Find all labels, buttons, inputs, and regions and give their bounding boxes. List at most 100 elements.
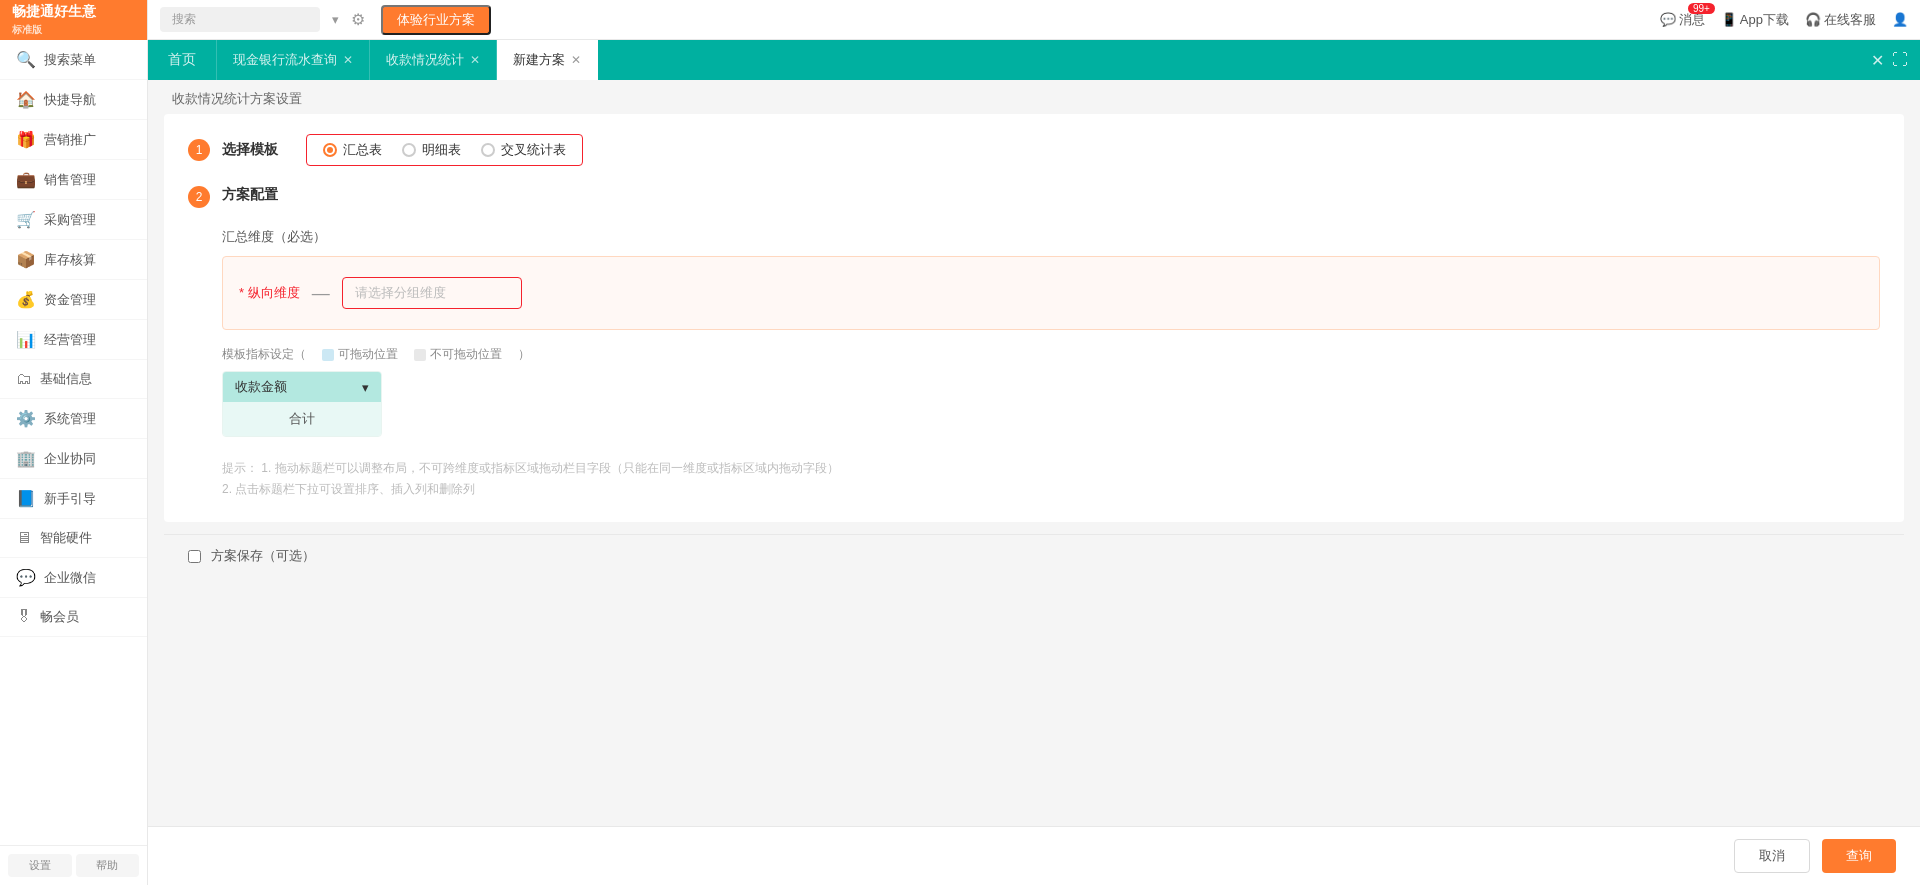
tab-home-label: 首页 — [168, 51, 196, 69]
sidebar-item-purchase[interactable]: 🛒 采购管理 — [0, 200, 147, 240]
step1-badge: 1 — [188, 139, 210, 161]
online-service-button[interactable]: 🎧 在线客服 — [1805, 11, 1876, 29]
dropdown-arrow-icon[interactable]: ▾ — [332, 12, 339, 27]
sidebar-item-base[interactable]: 🗂 基础信息 — [0, 360, 147, 399]
legend-fixed-label: 不可拖动位置 — [430, 346, 502, 363]
tab-cashflow-label: 现金银行流水查询 — [233, 51, 337, 69]
sidebar-help-btn[interactable]: 帮助 — [76, 854, 140, 877]
settings-icon[interactable]: ⚙ — [351, 10, 365, 29]
sidebar-item-label: 智能硬件 — [40, 529, 92, 547]
vertical-dim-label: * 纵向维度 — [239, 284, 300, 302]
dim-select-dropdown[interactable]: 请选择分组维度 — [342, 277, 522, 309]
tab-cashflow-close-icon[interactable]: ✕ — [343, 53, 353, 67]
indicator-section-label: 模板指标设定（ — [222, 346, 306, 363]
trial-button[interactable]: 体验行业方案 — [381, 5, 491, 35]
step2-row: 2 方案配置 — [188, 186, 1880, 208]
sidebar-item-search[interactable]: 🔍 搜索菜单 — [0, 40, 147, 80]
search-placeholder: 搜索 — [172, 12, 196, 26]
cancel-button[interactable]: 取消 — [1734, 839, 1810, 873]
radio-cross[interactable]: 交叉统计表 — [481, 141, 566, 159]
dim-placeholder: 请选择分组维度 — [355, 285, 446, 300]
online-service-label: 在线客服 — [1824, 11, 1876, 29]
indicator-section: 模板指标设定（ 可拖动位置 不可拖动位置 ） 收款金额 — [222, 346, 1880, 440]
tab-new-plan[interactable]: 新建方案 ✕ — [497, 40, 598, 80]
sidebar-item-guide[interactable]: 📘 新手引导 — [0, 479, 147, 519]
sidebar-item-label: 资金管理 — [44, 291, 96, 309]
draggable-dot — [322, 349, 334, 361]
sidebar-item-hardware[interactable]: 🖥 智能硬件 — [0, 519, 147, 558]
box-icon: 📦 — [16, 250, 36, 269]
save-label: 方案保存（可选） — [211, 547, 315, 565]
query-button[interactable]: 查询 — [1822, 839, 1896, 873]
radio-detail-label: 明细表 — [422, 141, 461, 159]
indicator-table: 收款金额 ▾ 合计 — [222, 371, 382, 437]
sidebar: 畅捷通好生意 标准版 🔍 搜索菜单 🏠 快捷导航 🎁 营销推广 💼 销售管理 🛒… — [0, 0, 148, 885]
sidebar-item-corp[interactable]: 🏢 企业协同 — [0, 439, 147, 479]
indicator-header-label: 收款金额 — [235, 378, 287, 396]
main-area: 搜索 ▾ ⚙ 体验行业方案 💬 消息 99+ 📱 App下载 🎧 在线客服 👤 — [148, 0, 1920, 885]
money-icon: 💰 — [16, 290, 36, 309]
user-icon: 👤 — [1892, 12, 1908, 27]
fixed-dot — [414, 349, 426, 361]
radio-detail-circle — [402, 143, 416, 157]
sidebar-item-label: 企业微信 — [44, 569, 96, 587]
medal-icon: 🎖 — [16, 608, 32, 626]
step2-label: 方案配置 — [222, 186, 278, 204]
message-badge: 99+ — [1688, 3, 1715, 14]
topbar: 搜索 ▾ ⚙ 体验行业方案 💬 消息 99+ 📱 App下载 🎧 在线客服 👤 — [148, 0, 1920, 40]
sidebar-item-label: 快捷导航 — [44, 91, 96, 109]
gift-icon: 🎁 — [16, 130, 36, 149]
chart-icon: 📊 — [16, 330, 36, 349]
tab-cashflow[interactable]: 现金银行流水查询 ✕ — [217, 40, 370, 80]
sidebar-item-finance[interactable]: 💰 资金管理 — [0, 280, 147, 320]
radio-detail[interactable]: 明细表 — [402, 141, 461, 159]
legend-draggable-label: 可拖动位置 — [338, 346, 398, 363]
sidebar-item-inventory[interactable]: 📦 库存核算 — [0, 240, 147, 280]
sidebar-item-label: 搜索菜单 — [44, 51, 96, 69]
sidebar-logo-text: 畅捷通好生意 — [12, 3, 96, 21]
message-button[interactable]: 💬 消息 99+ — [1660, 11, 1705, 29]
step1-row: 1 选择模板 汇总表 明细表 交叉统计表 — [188, 134, 1880, 166]
folder-icon: 🗂 — [16, 370, 32, 388]
radio-cross-label: 交叉统计表 — [501, 141, 566, 159]
footer-save-row: 方案保存（可选） — [164, 534, 1904, 577]
search-box[interactable]: 搜索 — [160, 7, 320, 32]
sidebar-item-system[interactable]: ⚙️ 系统管理 — [0, 399, 147, 439]
indicator-header: 收款金额 ▾ — [223, 372, 381, 402]
sidebar-item-wechat[interactable]: 💬 企业微信 — [0, 558, 147, 598]
tip-2: 2. 点击标题栏下拉可设置排序、插入列和删除列 — [222, 481, 1880, 498]
tab-collection-close-icon[interactable]: ✕ — [470, 53, 480, 67]
page-header: 收款情况统计方案设置 — [148, 80, 1920, 114]
close-window-icon[interactable]: ✕ — [1871, 51, 1884, 70]
tab-new-plan-label: 新建方案 — [513, 51, 565, 69]
sidebar-item-sales[interactable]: 💼 销售管理 — [0, 160, 147, 200]
sidebar-logo: 畅捷通好生意 标准版 — [0, 0, 147, 40]
tab-collection-label: 收款情况统计 — [386, 51, 464, 69]
radio-summary-label: 汇总表 — [343, 141, 382, 159]
tab-home[interactable]: 首页 — [148, 40, 217, 80]
tab-new-plan-close-icon[interactable]: ✕ — [571, 53, 581, 67]
dim-section-title: 汇总维度（必选） — [222, 228, 1880, 246]
radio-summary[interactable]: 汇总表 — [323, 141, 382, 159]
step1-label: 选择模板 — [222, 141, 278, 159]
sidebar-item-marketing[interactable]: 🎁 营销推广 — [0, 120, 147, 160]
app-download-label: App下载 — [1740, 11, 1789, 29]
indicator-dropdown-icon[interactable]: ▾ — [362, 380, 369, 395]
book-icon: 📘 — [16, 489, 36, 508]
search-icon: 🔍 — [16, 50, 36, 69]
sidebar-item-member[interactable]: 🎖 畅会员 — [0, 598, 147, 637]
save-checkbox[interactable] — [188, 550, 201, 563]
app-download-button[interactable]: 📱 App下载 — [1721, 11, 1789, 29]
vertical-dim-row: * 纵向维度 — 请选择分组维度 — [239, 277, 1863, 309]
user-avatar[interactable]: 👤 — [1892, 12, 1908, 27]
sidebar-item-nav[interactable]: 🏠 快捷导航 — [0, 80, 147, 120]
indicator-body-label: 合计 — [289, 411, 315, 426]
tip-1: 提示： 1. 拖动标题栏可以调整布局，不可跨维度或指标区域拖动栏目字段（只能在同… — [222, 460, 1880, 477]
step2-badge: 2 — [188, 186, 210, 208]
sidebar-settings-btn[interactable]: 设置 — [8, 854, 72, 877]
maximize-icon[interactable]: ⛶ — [1892, 51, 1908, 69]
tab-collection[interactable]: 收款情况统计 ✕ — [370, 40, 497, 80]
sidebar-item-management[interactable]: 📊 经营管理 — [0, 320, 147, 360]
cart-icon: 🛒 — [16, 210, 36, 229]
sidebar-item-label: 新手引导 — [44, 490, 96, 508]
